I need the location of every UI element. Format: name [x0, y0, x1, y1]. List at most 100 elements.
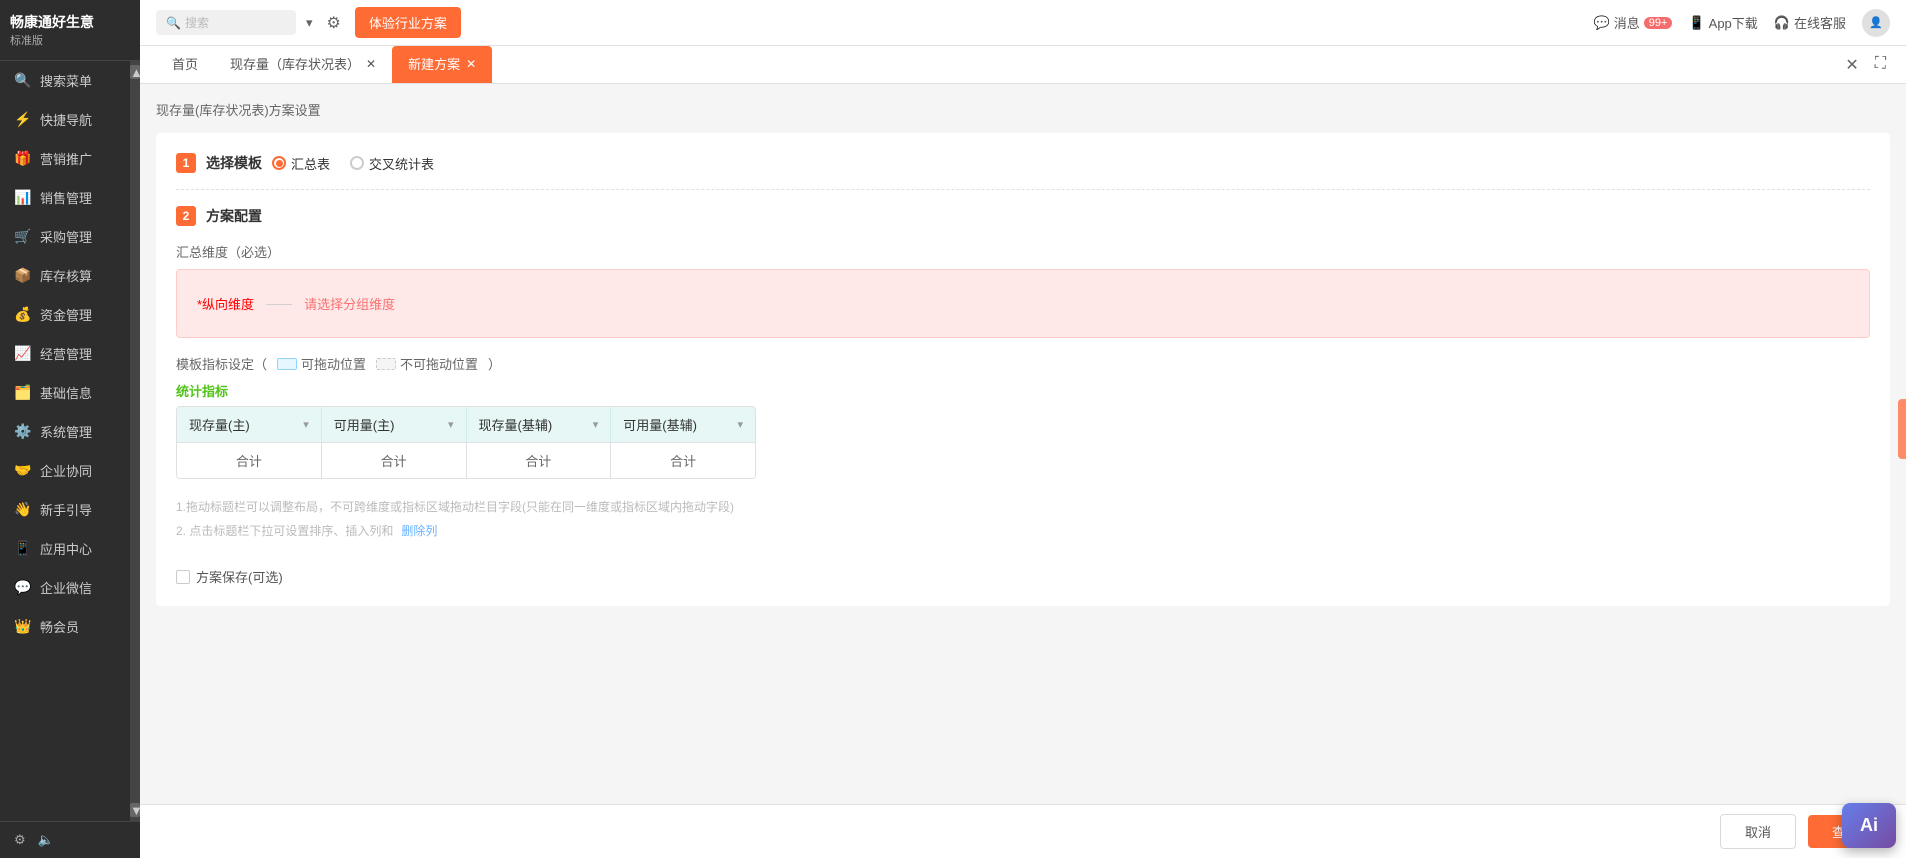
draggable-legend: 可拖动位置 [277, 354, 366, 373]
section2-header: 2 方案配置 [176, 206, 1870, 226]
bottom-bar: 取消 查询 [140, 804, 1906, 858]
legend-close-paren: ） [488, 354, 501, 373]
main-area: 🔍 搜索 ▾ ⚙ 体验行业方案 💬 消息 99+ 📱 App下载 🎧 在线客服 … [140, 0, 1906, 858]
stat-table-row: 合计 合计 合计 合计 [177, 442, 755, 478]
stat-table: 现存量(主) ▾ 可用量(主) ▾ 现存量(基辅) ▾ 可用量(基辅) ▾ [176, 406, 756, 479]
sidebar-item-app-center[interactable]: 📱 应用中心 [0, 529, 130, 568]
topbar-search[interactable]: 🔍 搜索 [156, 10, 296, 35]
sidebar-item-label: 资金管理 [40, 305, 92, 324]
lightning-icon: ⚡ [14, 111, 32, 129]
content-area: 现存量(库存状况表)方案设置 1 选择模板 汇总表 交叉统计表 [140, 84, 1906, 804]
user-avatar[interactable]: 👤 [1862, 9, 1890, 37]
avatar-text: 👤 [1869, 16, 1883, 29]
search-icon: 🔍 [14, 72, 32, 90]
sidebar-item-operation[interactable]: 📈 经营管理 [0, 334, 130, 373]
gear-icon: ⚙️ [14, 423, 32, 441]
sidebar-scrollbar[interactable]: ▲ ▼ [130, 61, 140, 821]
sidebar-item-label: 基础信息 [40, 383, 92, 402]
sidebar-item-sales[interactable]: 📊 销售管理 [0, 178, 130, 217]
non-draggable-legend-label: 不可拖动位置 [400, 354, 478, 373]
stat-cell-3: 合计 [611, 443, 755, 478]
tab-close-btn[interactable]: ✕ [1841, 53, 1862, 77]
new-scheme-tab-label: 新建方案 [408, 54, 460, 73]
radio-cross-circle [350, 156, 364, 170]
draggable-legend-label: 可拖动位置 [301, 354, 366, 373]
new-scheme-tab-close[interactable]: ✕ [466, 58, 476, 70]
download-icon: 📱 [1688, 15, 1704, 31]
sidebar-item-cooperation[interactable]: 🤝 企业协同 [0, 451, 130, 490]
radio-summary-circle [272, 156, 286, 170]
cart-icon: 🛒 [14, 228, 32, 246]
tab-inventory[interactable]: 现存量（库存状况表） ✕ [214, 46, 392, 83]
cancel-button[interactable]: 取消 [1720, 814, 1796, 849]
section1-label: 选择模板 [206, 153, 262, 173]
tab-home[interactable]: 首页 [156, 46, 214, 83]
tabs-bar: 首页 现存量（库存状况表） ✕ 新建方案 ✕ ✕ ⛶ [140, 46, 1906, 84]
sidebar-item-label: 应用中心 [40, 539, 92, 558]
scroll-down-btn[interactable]: ▼ [130, 803, 140, 817]
sidebar: 畅康通好生意 标准版 🔍 搜索菜单 ⚡ 快捷导航 🎁 营销推广 📊 销售管理 🛒 [0, 0, 140, 858]
search-icon: 🔍 [166, 16, 181, 30]
save-checkbox[interactable] [176, 570, 190, 584]
tab-new-scheme[interactable]: 新建方案 ✕ [392, 46, 492, 83]
col-0-chevron-icon[interactable]: ▾ [303, 418, 309, 431]
online-service-btn[interactable]: 🎧 在线客服 [1774, 13, 1846, 32]
section1-num: 1 [176, 153, 196, 173]
sidebar-item-finance[interactable]: 💰 资金管理 [0, 295, 130, 334]
sidebar-item-label: 企业微信 [40, 578, 92, 597]
sidebar-item-marketing[interactable]: 🎁 营销推广 [0, 139, 130, 178]
col-2-chevron-icon[interactable]: ▾ [593, 418, 599, 431]
gift-icon: 🎁 [14, 150, 32, 168]
tip-2: 2. 点击标题栏下拉可设置排序、插入列和删除列 [176, 519, 1870, 543]
section2-label: 方案配置 [206, 206, 262, 226]
sidebar-item-label: 快捷导航 [40, 110, 92, 129]
sidebar-item-label: 营销推广 [40, 149, 92, 168]
radio-summary[interactable]: 汇总表 [272, 154, 330, 173]
settings-icon[interactable]: ⚙ [14, 832, 26, 848]
search-placeholder: 搜索 [185, 14, 209, 31]
sidebar-item-label: 采购管理 [40, 227, 92, 246]
folder-icon: 🗂️ [14, 384, 32, 402]
topbar-right: 💬 消息 99+ 📱 App下载 🎧 在线客服 👤 [1594, 9, 1890, 37]
sidebar-item-member[interactable]: 👑 畅会员 [0, 607, 130, 646]
stat-cell-2: 合计 [467, 443, 612, 478]
app-download-btn[interactable]: 📱 App下载 [1688, 13, 1757, 32]
volume-icon[interactable]: 🔈 [38, 832, 54, 848]
sidebar-item-system[interactable]: ⚙️ 系统管理 [0, 412, 130, 451]
sidebar-item-basic-info[interactable]: 🗂️ 基础信息 [0, 373, 130, 412]
draggable-legend-box [277, 358, 297, 370]
stat-col-2[interactable]: 现存量(基辅) ▾ [467, 407, 612, 442]
delete-col-link[interactable]: 删除列 [401, 519, 437, 543]
sidebar-item-label: 经营管理 [40, 344, 92, 363]
sidebar-item-purchase[interactable]: 🛒 采购管理 [0, 217, 130, 256]
message-icon: 💬 [1594, 15, 1610, 31]
tabs-controls: ✕ ⛶ [1841, 53, 1890, 77]
messages-btn[interactable]: 💬 消息 99+ [1594, 13, 1673, 32]
save-option: 方案保存(可选) [176, 551, 1870, 586]
sidebar-item-search[interactable]: 🔍 搜索菜单 [0, 61, 130, 100]
tab-expand-btn[interactable]: ⛶ [1871, 53, 1890, 77]
topbar-dropdown[interactable]: ▾ [306, 15, 313, 31]
sidebar-item-wechat[interactable]: 💬 企业微信 [0, 568, 130, 607]
section2-num: 2 [176, 206, 196, 226]
stat-col-0-label: 现存量(主) [189, 415, 250, 434]
page-title: 现存量(库存状况表)方案设置 [156, 100, 1890, 119]
dimension-area[interactable]: *纵向维度 —— 请选择分组维度 [176, 269, 1870, 338]
topbar-gear-icon[interactable]: ⚙ [323, 9, 345, 37]
sidebar-item-new-guide[interactable]: 👋 新手引导 [0, 490, 130, 529]
col-3-chevron-icon[interactable]: ▾ [737, 418, 743, 431]
col-1-chevron-icon[interactable]: ▾ [448, 418, 454, 431]
stat-col-3[interactable]: 可用量(基辅) ▾ [611, 407, 755, 442]
inventory-tab-close[interactable]: ✕ [366, 58, 376, 70]
sidebar-item-inventory[interactable]: 📦 库存核算 [0, 256, 130, 295]
stat-table-header: 现存量(主) ▾ 可用量(主) ▾ 现存量(基辅) ▾ 可用量(基辅) ▾ [177, 407, 755, 442]
trial-btn[interactable]: 体验行业方案 [355, 7, 461, 38]
sidebar-item-quick-nav[interactable]: ⚡ 快捷导航 [0, 100, 130, 139]
scroll-up-btn[interactable]: ▲ [130, 65, 140, 79]
stat-col-0[interactable]: 现存量(主) ▾ [177, 407, 322, 442]
sidebar-item-label: 畅会员 [40, 617, 79, 636]
ai-button[interactable]: Ai [1842, 803, 1896, 848]
tip-2-prefix: 2. 点击标题栏下拉可设置排序、插入列和 [176, 519, 393, 543]
radio-cross[interactable]: 交叉统计表 [350, 154, 434, 173]
stat-col-1[interactable]: 可用量(主) ▾ [322, 407, 467, 442]
